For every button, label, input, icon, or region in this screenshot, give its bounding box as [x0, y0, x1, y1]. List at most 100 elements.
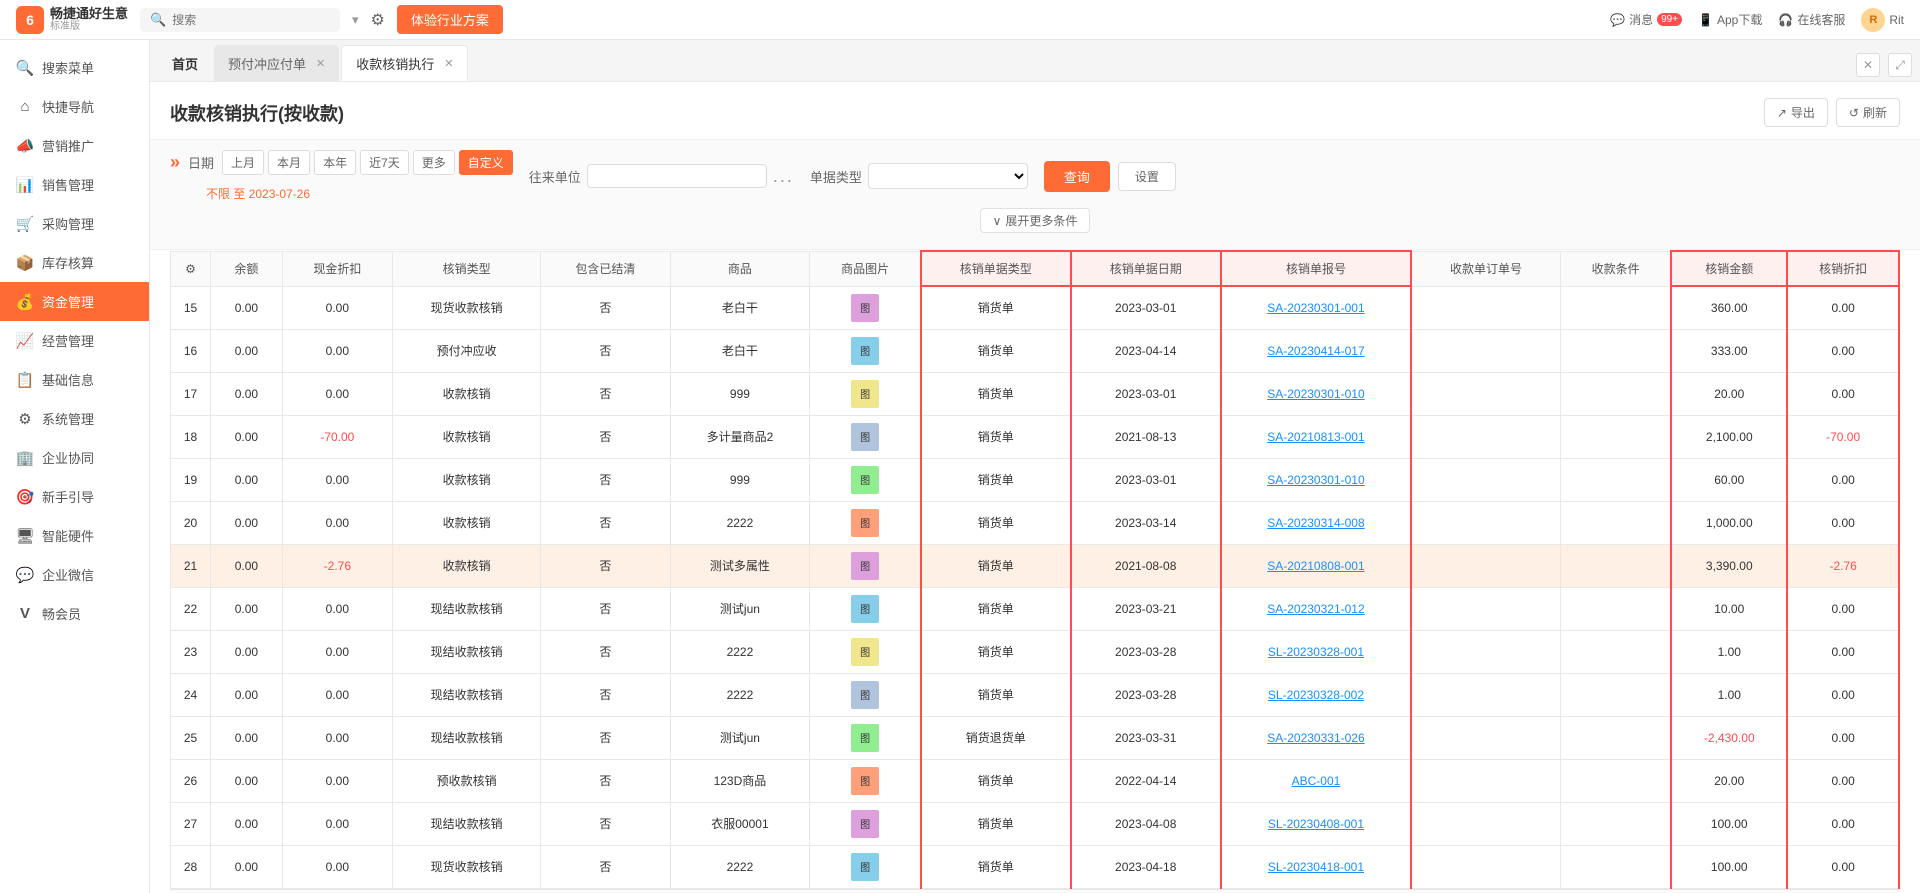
cell-bill-no[interactable]: ABC-001: [1221, 759, 1412, 802]
cell-bill-date: 2023-03-01: [1071, 372, 1221, 415]
query-button[interactable]: 查询: [1044, 161, 1110, 192]
cell-bill-no[interactable]: SA-20230301-010: [1221, 458, 1412, 501]
sidebar-item-hardware[interactable]: 🖥 智能硬件: [0, 516, 149, 555]
gear-icon: ⚙: [185, 262, 196, 276]
cell-cash-discount: -70.00: [282, 415, 392, 458]
col-verify-type-header: 核销类型: [392, 251, 540, 286]
cell-goods: 多计量商品2: [670, 415, 810, 458]
settings-icon[interactable]: ⚙: [371, 10, 385, 30]
sidebar-item-finance[interactable]: 💰 资金管理: [0, 282, 149, 321]
user-area[interactable]: R Rit: [1861, 8, 1904, 32]
expand-more-btn[interactable]: ∨ 展开更多条件: [980, 208, 1091, 233]
cell-bill-no[interactable]: SA-20230301-010: [1221, 372, 1412, 415]
cell-receipt-condition: [1560, 501, 1671, 544]
cell-bill-no[interactable]: SA-20210813-001: [1221, 415, 1412, 458]
message-area[interactable]: 💬 消息 99+: [1610, 11, 1682, 28]
date-btn-more[interactable]: 更多: [413, 150, 455, 175]
tab-collection[interactable]: 收款核销执行 ✕: [341, 45, 468, 81]
tab-collection-close[interactable]: ✕: [444, 57, 453, 70]
counterpart-input[interactable]: [587, 164, 767, 188]
dropdown-icon[interactable]: ▾: [352, 12, 359, 28]
header-actions: ↗ 导出 ↺ 刷新: [1764, 98, 1900, 127]
industry-button[interactable]: 体验行业方案: [397, 5, 503, 34]
table-row: 18 0.00 -70.00 收款核销 否 多计量商品2 图 销货单 2021-…: [171, 415, 1900, 458]
sidebar-item-member[interactable]: V 畅会员: [0, 594, 149, 633]
cell-goods: 123D商品: [670, 759, 810, 802]
sidebar-item-sales[interactable]: 📊 销售管理: [0, 165, 149, 204]
cell-bill-date: 2023-04-08: [1071, 802, 1221, 845]
col-bill-no-header: 核销单报号: [1221, 251, 1412, 286]
cell-bill-no[interactable]: SA-20230331-026: [1221, 716, 1412, 759]
cell-bill-no[interactable]: SA-20210808-001: [1221, 544, 1412, 587]
tab-prepay-close[interactable]: ✕: [316, 57, 325, 70]
cell-include-settled: 否: [541, 630, 670, 673]
tab-prepay[interactable]: 预付冲应付单 ✕: [214, 45, 339, 81]
app-download-area[interactable]: 📱 App下载: [1698, 11, 1762, 28]
cell-goods-image: 图: [810, 286, 921, 329]
filter-collapse-btn[interactable]: »: [170, 152, 180, 173]
cell-receipt-condition: [1560, 673, 1671, 716]
sidebar-item-basic[interactable]: 📋 基础信息: [0, 360, 149, 399]
export-label: 导出: [1791, 104, 1815, 121]
col-gear-header[interactable]: ⚙: [171, 251, 211, 286]
sidebar-label-member: 畅会员: [42, 604, 81, 623]
tab-home[interactable]: 首页: [158, 45, 212, 81]
cell-cash-discount: 0.00: [282, 458, 392, 501]
bill-type-select[interactable]: [868, 163, 1028, 189]
table-row: 19 0.00 0.00 收款核销 否 999 图 销货单 2023-03-01…: [171, 458, 1900, 501]
col-verify-discount-header: 核销折扣: [1787, 251, 1899, 286]
cell-balance: 0.00: [211, 458, 283, 501]
col-bill-type-header: 核销单据类型: [921, 251, 1071, 286]
cell-bill-no[interactable]: SL-20230408-001: [1221, 802, 1412, 845]
online-service-area[interactable]: 🎧 在线客服: [1778, 11, 1845, 28]
service-icon: 🎧: [1778, 13, 1793, 27]
cell-bill-type: 销货单: [921, 673, 1071, 716]
cell-goods: 老白干: [670, 286, 810, 329]
date-btn-this-year[interactable]: 本年: [314, 150, 356, 175]
tab-close-btn[interactable]: ✕: [1856, 53, 1880, 77]
cell-bill-type: 销货单: [921, 458, 1071, 501]
table-row: 25 0.00 0.00 现结收款核销 否 测试jun 图 销货退货单 2023…: [171, 716, 1900, 759]
marketing-icon: 📣: [16, 137, 34, 155]
cell-verify-amount: -2,430.00: [1671, 716, 1787, 759]
search-box-top[interactable]: 🔍: [140, 8, 340, 32]
date-filter-buttons: 上月 本月 本年 近7天 更多 自定义: [222, 150, 513, 175]
sidebar-item-company[interactable]: 🏢 企业协同: [0, 438, 149, 477]
sidebar-item-inventory[interactable]: 📦 库存核算: [0, 243, 149, 282]
cell-bill-no[interactable]: SL-20230418-001: [1221, 845, 1412, 888]
cell-bill-no[interactable]: SA-20230314-008: [1221, 501, 1412, 544]
cell-verify-discount: 0.00: [1787, 329, 1899, 372]
sidebar-item-purchase[interactable]: 🛒 采购管理: [0, 204, 149, 243]
cell-cash-discount: 0.00: [282, 286, 392, 329]
bill-type-label: 单据类型: [810, 167, 862, 186]
date-btn-last-month[interactable]: 上月: [222, 150, 264, 175]
sidebar-item-wechat[interactable]: 💬 企业微信: [0, 555, 149, 594]
sidebar-item-system[interactable]: ⚙ 系统管理: [0, 399, 149, 438]
sidebar-label-hardware: 智能硬件: [42, 526, 94, 545]
cell-cash-discount: 0.00: [282, 501, 392, 544]
cell-bill-no[interactable]: SL-20230328-002: [1221, 673, 1412, 716]
sidebar-item-guide[interactable]: 🎯 新手引导: [0, 477, 149, 516]
export-button[interactable]: ↗ 导出: [1764, 98, 1828, 127]
cell-id: 17: [171, 372, 211, 415]
search-input[interactable]: [172, 13, 312, 27]
cell-bill-no[interactable]: SA-20230321-012: [1221, 587, 1412, 630]
cell-bill-no[interactable]: SL-20230328-001: [1221, 630, 1412, 673]
cell-bill-no[interactable]: SA-20230414-017: [1221, 329, 1412, 372]
refresh-button[interactable]: ↺ 刷新: [1836, 98, 1900, 127]
col-bill-date-header: 核销单据日期: [1071, 251, 1221, 286]
date-btn-custom[interactable]: 自定义: [459, 150, 513, 175]
date-btn-this-month[interactable]: 本月: [268, 150, 310, 175]
cell-bill-date: 2023-04-14: [1071, 329, 1221, 372]
cell-bill-no[interactable]: SA-20230301-001: [1221, 286, 1412, 329]
tab-expand-btn[interactable]: ⤢: [1888, 53, 1912, 77]
date-btn-7days[interactable]: 近7天: [360, 150, 409, 175]
cell-verify-discount: -70.00: [1787, 415, 1899, 458]
cell-receipt-order: [1411, 286, 1560, 329]
sidebar-item-marketing[interactable]: 📣 营销推广: [0, 126, 149, 165]
settings-button[interactable]: 设置: [1118, 162, 1176, 191]
sidebar-item-search[interactable]: 🔍 搜索菜单: [0, 48, 149, 87]
sidebar-item-business[interactable]: 📈 经营管理: [0, 321, 149, 360]
cell-bill-date: 2021-08-08: [1071, 544, 1221, 587]
sidebar-item-quick-nav[interactable]: ⌂ 快捷导航: [0, 87, 149, 126]
